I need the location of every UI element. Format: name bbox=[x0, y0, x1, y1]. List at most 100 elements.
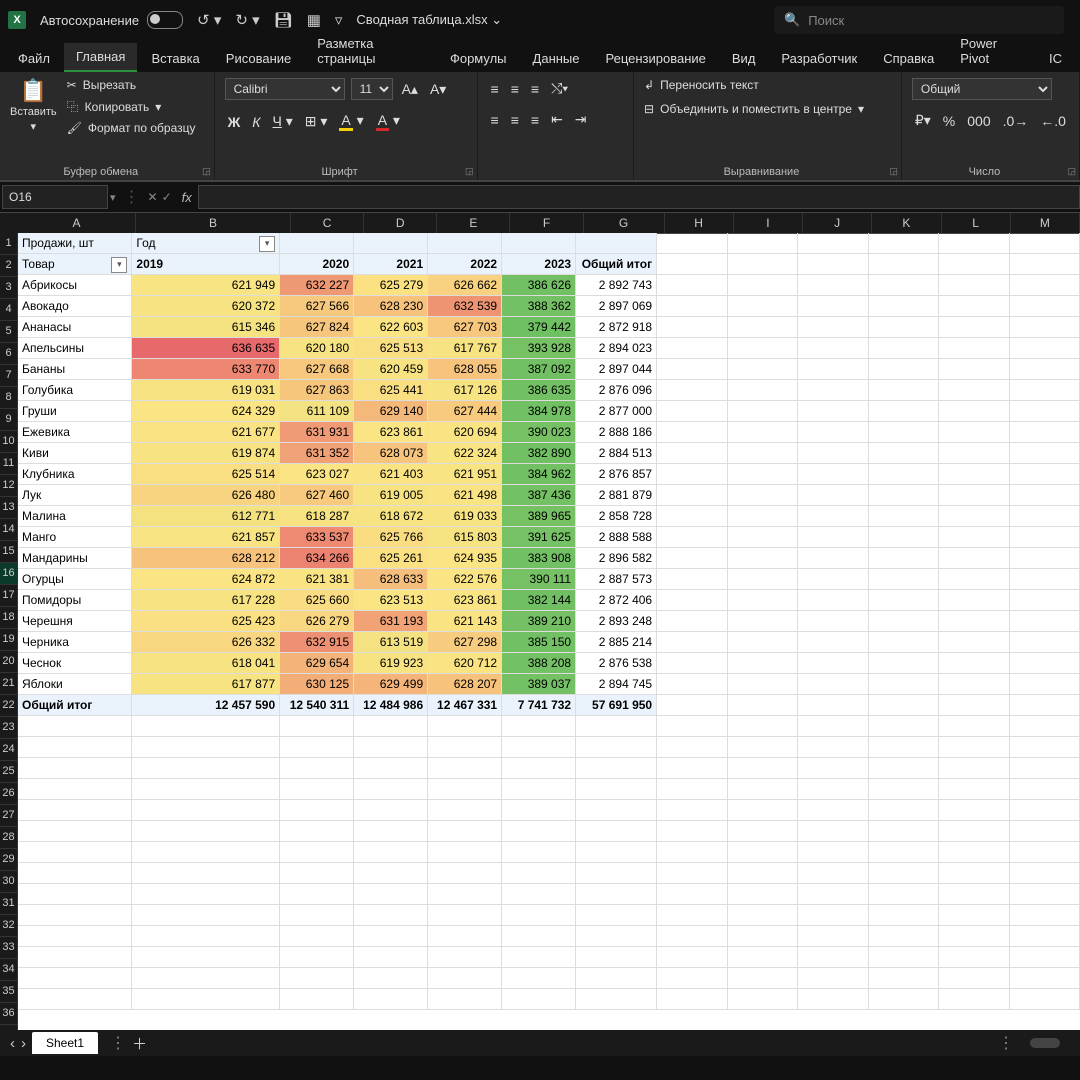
cell[interactable]: 628 073 bbox=[354, 443, 428, 464]
cell[interactable] bbox=[869, 485, 939, 506]
cell[interactable] bbox=[798, 884, 868, 905]
cell[interactable] bbox=[939, 338, 1009, 359]
cell[interactable]: 385 150 bbox=[502, 632, 576, 653]
row-header[interactable]: 33 bbox=[0, 937, 18, 959]
cell[interactable]: 626 662 bbox=[428, 275, 502, 296]
cell[interactable] bbox=[1010, 632, 1080, 653]
row-header[interactable]: 22 bbox=[0, 695, 18, 717]
cell[interactable] bbox=[657, 863, 727, 884]
sheet-next-icon[interactable]: › bbox=[21, 1035, 26, 1052]
row-header[interactable]: 7 bbox=[0, 365, 18, 387]
align-launcher-icon[interactable]: ◲ bbox=[889, 166, 898, 177]
cell[interactable]: 7 741 732 bbox=[502, 695, 576, 716]
row-header[interactable]: 9 bbox=[0, 409, 18, 431]
cell[interactable] bbox=[657, 338, 727, 359]
cell[interactable] bbox=[728, 926, 798, 947]
tab-Справка[interactable]: Справка bbox=[871, 45, 946, 72]
cell[interactable] bbox=[1010, 590, 1080, 611]
row-header[interactable]: 3 bbox=[0, 277, 18, 299]
cell[interactable]: 2 872 918 bbox=[576, 317, 657, 338]
cell[interactable]: 619 923 bbox=[354, 653, 428, 674]
cell[interactable] bbox=[502, 758, 576, 779]
cell[interactable] bbox=[132, 884, 280, 905]
col-header[interactable]: J bbox=[803, 213, 872, 233]
inc-dec-icon[interactable]: .0→ bbox=[1000, 111, 1032, 131]
cell[interactable] bbox=[502, 989, 576, 1010]
cell[interactable]: 632 915 bbox=[280, 632, 354, 653]
cell[interactable]: Помидоры bbox=[18, 590, 132, 611]
fill-color-button[interactable]: А ▾ bbox=[336, 110, 366, 133]
cell[interactable] bbox=[869, 569, 939, 590]
cell[interactable] bbox=[428, 968, 502, 989]
dec-dec-icon[interactable]: ←.0 bbox=[1037, 111, 1069, 131]
cell[interactable]: 618 287 bbox=[280, 506, 354, 527]
cell[interactable] bbox=[657, 422, 727, 443]
cell[interactable]: 621 498 bbox=[428, 485, 502, 506]
col-header[interactable]: G bbox=[584, 213, 665, 233]
cell[interactable] bbox=[869, 338, 939, 359]
cell[interactable] bbox=[132, 905, 280, 926]
col-header[interactable]: L bbox=[942, 213, 1011, 233]
cell[interactable] bbox=[728, 800, 798, 821]
tab-Вставка[interactable]: Вставка bbox=[139, 45, 211, 72]
cell[interactable] bbox=[798, 485, 868, 506]
cell[interactable]: 624 935 bbox=[428, 548, 502, 569]
cell[interactable] bbox=[869, 674, 939, 695]
cell[interactable] bbox=[354, 947, 428, 968]
cell[interactable]: 626 279 bbox=[280, 611, 354, 632]
cell[interactable] bbox=[428, 905, 502, 926]
cell[interactable]: 2 894 745 bbox=[576, 674, 657, 695]
cell[interactable] bbox=[939, 611, 1009, 632]
cell[interactable] bbox=[576, 716, 657, 737]
cell[interactable] bbox=[428, 233, 502, 254]
row-header[interactable]: 34 bbox=[0, 959, 18, 981]
row-header[interactable]: 13 bbox=[0, 497, 18, 519]
cell[interactable] bbox=[18, 863, 132, 884]
cell[interactable]: 629 499 bbox=[354, 674, 428, 695]
cell[interactable] bbox=[502, 233, 576, 254]
cell[interactable]: Мандарины bbox=[18, 548, 132, 569]
cell[interactable] bbox=[657, 359, 727, 380]
cell[interactable] bbox=[1010, 695, 1080, 716]
cell[interactable]: 624 329 bbox=[132, 401, 280, 422]
cell[interactable]: Огурцы bbox=[18, 569, 132, 590]
cell[interactable] bbox=[728, 233, 798, 254]
cell[interactable] bbox=[576, 842, 657, 863]
italic-button[interactable]: К bbox=[249, 112, 263, 132]
cell[interactable]: 388 362 bbox=[502, 296, 576, 317]
cell[interactable]: Ананасы bbox=[18, 317, 132, 338]
cell[interactable]: Черника bbox=[18, 632, 132, 653]
cell[interactable] bbox=[1010, 716, 1080, 737]
autosave-toggle[interactable] bbox=[147, 11, 183, 29]
row-header[interactable]: 26 bbox=[0, 783, 18, 805]
cell[interactable] bbox=[798, 254, 868, 275]
redo-icon[interactable]: ↻ ▾ bbox=[235, 11, 259, 29]
cell[interactable]: Товар▾ bbox=[18, 254, 132, 275]
cell[interactable] bbox=[132, 779, 280, 800]
cell[interactable] bbox=[280, 737, 354, 758]
cell[interactable] bbox=[657, 989, 727, 1010]
cell[interactable] bbox=[1010, 485, 1080, 506]
col-header[interactable]: C bbox=[291, 213, 364, 233]
cell[interactable] bbox=[939, 737, 1009, 758]
cell[interactable] bbox=[502, 737, 576, 758]
cell[interactable]: 2022 bbox=[428, 254, 502, 275]
cell[interactable] bbox=[869, 443, 939, 464]
wrap-text-button[interactable]: ↲ Переносить текст bbox=[644, 78, 864, 92]
cell[interactable]: 631 352 bbox=[280, 443, 354, 464]
cell[interactable] bbox=[869, 422, 939, 443]
cell[interactable]: 625 766 bbox=[354, 527, 428, 548]
cell[interactable] bbox=[728, 611, 798, 632]
tab-Power Pivot[interactable]: Power Pivot bbox=[948, 30, 1035, 72]
cell[interactable] bbox=[939, 443, 1009, 464]
cell[interactable] bbox=[1010, 548, 1080, 569]
cell[interactable]: 628 633 bbox=[354, 569, 428, 590]
cell[interactable]: 629 140 bbox=[354, 401, 428, 422]
cell[interactable] bbox=[1010, 674, 1080, 695]
file-name[interactable]: Сводная таблица.xlsx ⌄ bbox=[356, 12, 502, 28]
cell[interactable] bbox=[728, 569, 798, 590]
cell[interactable] bbox=[869, 590, 939, 611]
cell[interactable] bbox=[728, 737, 798, 758]
tab-Рецензирование[interactable]: Рецензирование bbox=[594, 45, 718, 72]
cell[interactable]: 2 876 538 bbox=[576, 653, 657, 674]
